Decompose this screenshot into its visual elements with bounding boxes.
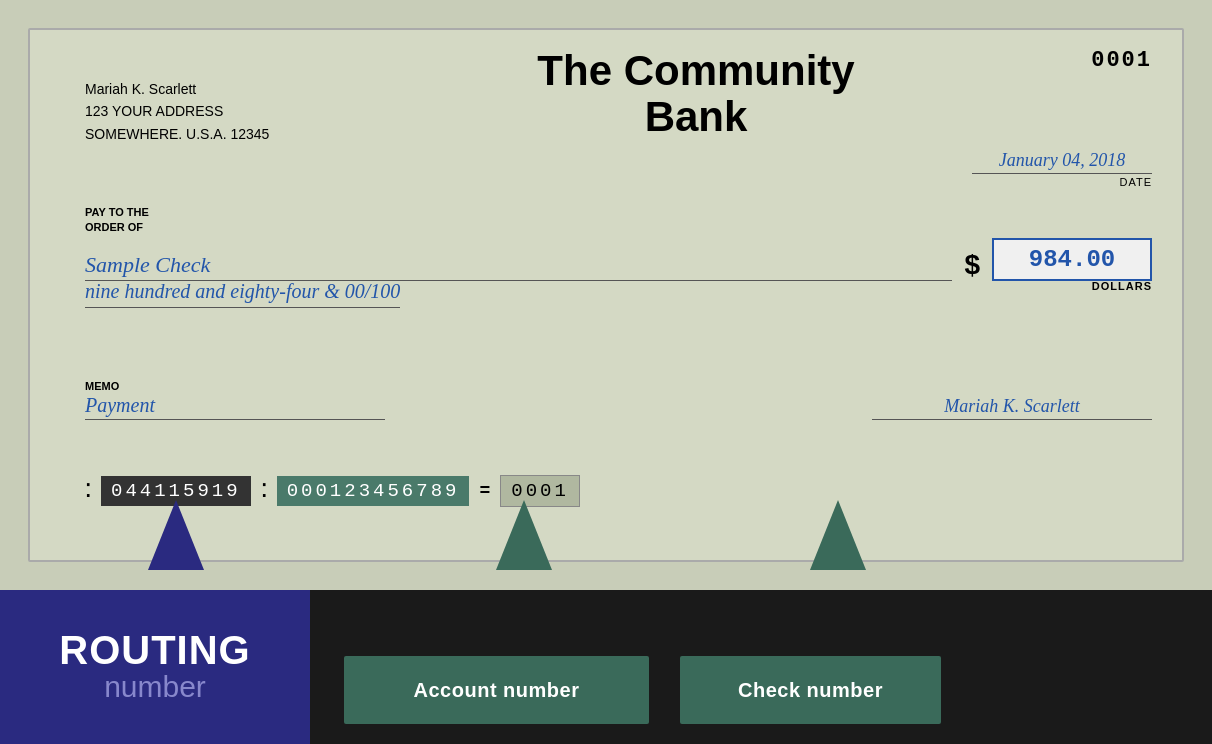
check-number-top: 0001 [1091,48,1152,73]
memo-label: MEMO [85,380,872,392]
pay-to-row: Sample Check $ 984.00 [85,238,1152,281]
dollar-sign: $ [964,249,980,281]
pay-to-label: PAY TO THE ORDER OF [85,205,1152,236]
micr-account: 000123456789 [277,476,470,506]
memo-value: Payment [85,394,385,420]
amount-words-section: nine hundred and eighty-four & 00/100 DO… [85,280,1152,308]
holder-info: Mariah K. Scarlett 123 YOUR ADDRESS SOME… [85,78,269,145]
holder-address2: SOMEWHERE. U.S.A. 12345 [85,123,269,145]
signature-value: Mariah K. Scarlett [872,396,1152,420]
amount-words: nine hundred and eighty-four & 00/100 [85,280,400,308]
micr-symbol-middle: ⁚ [261,480,267,502]
micr-equals: = [479,481,490,501]
check-arrow [810,500,866,570]
memo-area: MEMO Payment [85,380,872,420]
memo-sig-section: MEMO Payment Mariah K. Scarlett [85,380,1152,420]
routing-label-main: ROUTING [59,630,250,670]
amount-box: 984.00 [992,238,1152,281]
date-value: January 04, 2018 [972,150,1152,174]
date-area: January 04, 2018 DATE [972,150,1152,188]
routing-label-sub: number [104,670,206,704]
holder-address1: 123 YOUR ADDRESS [85,100,269,122]
date-label: DATE [972,176,1152,188]
signature-area: Mariah K. Scarlett [872,396,1152,420]
check-label-text: Check number [738,679,883,702]
routing-label: ROUTING number [0,590,310,744]
account-label: Account number [344,656,649,724]
pay-to-section: PAY TO THE ORDER OF Sample Check $ 984.0… [85,205,1152,281]
bank-name: The CommunityBank [410,48,982,140]
payee-name: Sample Check [85,252,952,281]
check-container: 0001 The CommunityBank Mariah K. Scarlet… [28,28,1184,562]
dollars-label: DOLLARS [1092,280,1152,292]
check-number-label: Check number [680,656,941,724]
micr-section: ⁚ 044115919 ⁚ 000123456789 = 0001 [85,475,1152,507]
account-arrow [496,500,552,570]
holder-name: Mariah K. Scarlett [85,78,269,100]
account-label-text: Account number [414,679,580,702]
micr-symbol-left: ⁚ [85,480,91,502]
routing-arrow [148,500,204,570]
